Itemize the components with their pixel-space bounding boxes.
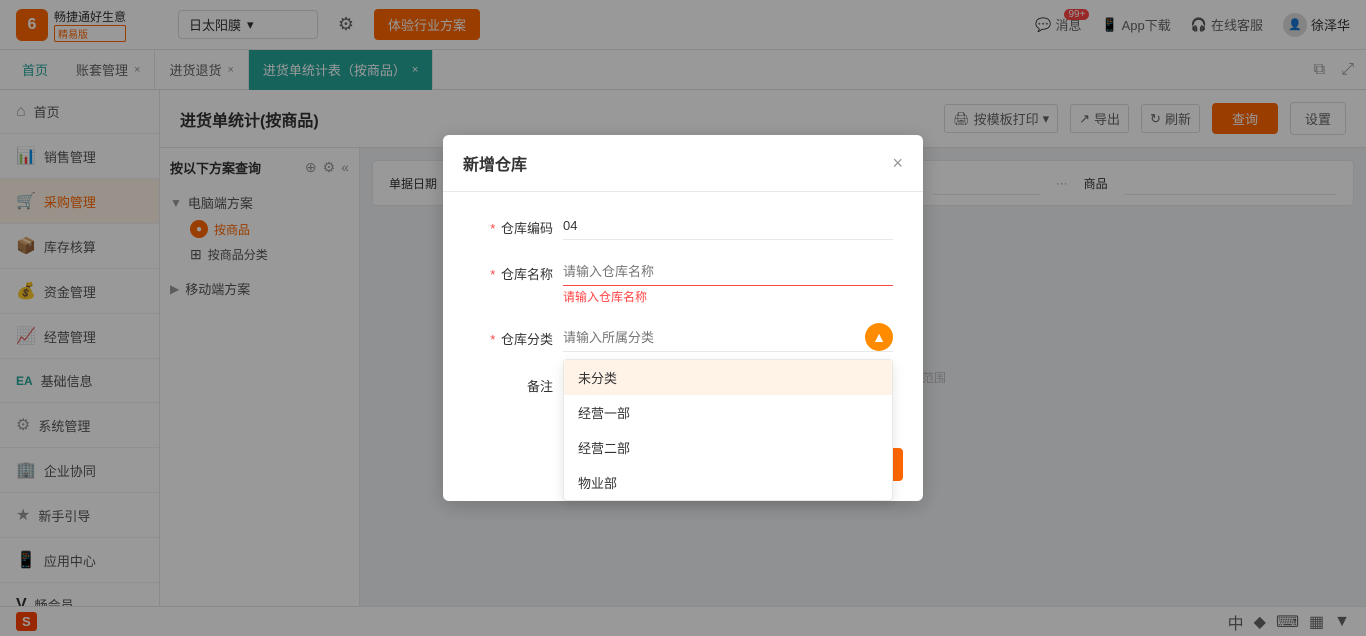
dropdown-item-property[interactable]: 物业部 bbox=[564, 465, 892, 500]
form-item-category: * 仓库分类 ▲ 未分类 经营一部 经营二部 物业部 bbox=[473, 323, 893, 352]
category-input[interactable] bbox=[563, 324, 865, 351]
name-input[interactable] bbox=[563, 258, 893, 286]
new-warehouse-modal: 新增仓库 × * 仓库编码 * 仓库名称 请输入仓库名称 bbox=[443, 135, 923, 501]
name-error-tip: 请输入仓库名称 bbox=[563, 288, 893, 305]
category-field-wrapper: ▲ 未分类 经营一部 经营二部 物业部 bbox=[563, 323, 893, 352]
modal-overlay[interactable]: 新增仓库 × * 仓库编码 * 仓库名称 请输入仓库名称 bbox=[0, 0, 1366, 636]
form-item-code: * 仓库编码 bbox=[473, 212, 893, 240]
name-label: * 仓库名称 bbox=[473, 258, 563, 283]
modal-header: 新增仓库 × bbox=[443, 135, 923, 192]
dropdown-item-uncategorized[interactable]: 未分类 bbox=[564, 360, 892, 395]
form-item-name: * 仓库名称 请输入仓库名称 bbox=[473, 258, 893, 305]
modal-close-button[interactable]: × bbox=[892, 153, 903, 174]
dropdown-item-ops1[interactable]: 经营一部 bbox=[564, 395, 892, 430]
notes-label: 备注 bbox=[473, 370, 563, 395]
code-input[interactable] bbox=[563, 212, 893, 240]
modal-body: * 仓库编码 * 仓库名称 请输入仓库名称 * bbox=[443, 192, 923, 436]
dropdown-item-ops2[interactable]: 经营二部 bbox=[564, 430, 892, 465]
category-dropdown: 未分类 经营一部 经营二部 物业部 bbox=[563, 359, 893, 501]
code-label: * 仓库编码 bbox=[473, 212, 563, 237]
category-toggle-button[interactable]: ▲ bbox=[865, 323, 893, 351]
modal-title: 新增仓库 bbox=[463, 151, 527, 175]
category-label: * 仓库分类 bbox=[473, 323, 563, 348]
